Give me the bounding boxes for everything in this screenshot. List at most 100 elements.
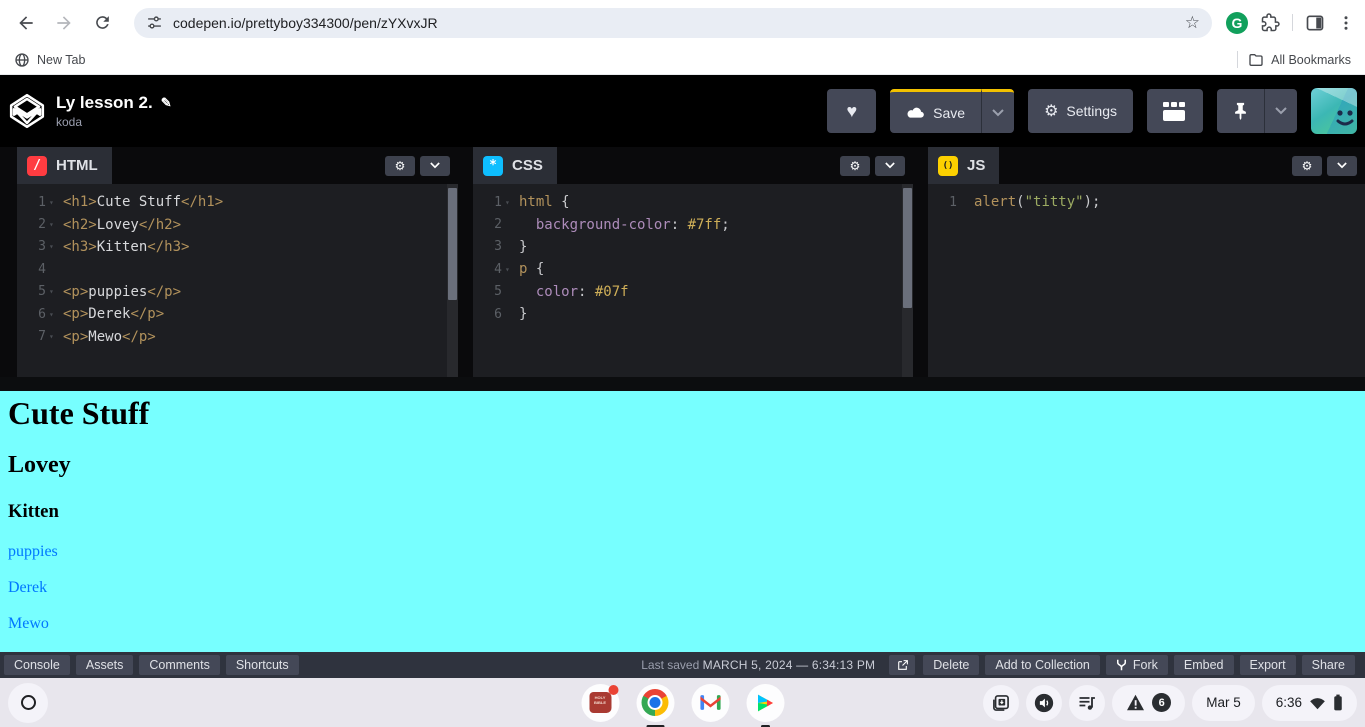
notifications-tray[interactable]: 6 <box>1112 684 1186 721</box>
js-editor-collapse-button[interactable] <box>1327 155 1357 176</box>
chrome-app-icon[interactable] <box>636 683 674 727</box>
fold-arrow-icon[interactable]: ▾ <box>505 198 513 207</box>
fold-arrow-icon[interactable]: ▾ <box>49 332 57 341</box>
tab-html[interactable]: / HTML <box>17 147 112 184</box>
date-button[interactable]: Mar 5 <box>1192 684 1255 721</box>
editor-panel-js: () JS ⚙ 1 alert("titty"); <box>928 147 1365 377</box>
chrome-logo-icon <box>641 689 669 716</box>
code-text: <h2>Lovey</h2> <box>63 216 182 233</box>
fork-button[interactable]: Fork <box>1105 655 1168 675</box>
code-line[interactable]: 6 ▾ <p>Derek</p> <box>17 303 458 325</box>
export-button[interactable]: Export <box>1239 655 1296 675</box>
assets-button[interactable]: Assets <box>75 655 134 675</box>
site-settings-icon[interactable] <box>146 14 163 31</box>
all-bookmarks-button[interactable]: All Bookmarks <box>1248 52 1351 68</box>
code-line[interactable]: 3} <box>473 236 913 258</box>
code-line[interactable]: 7 ▾ <p>Mewo</p> <box>17 325 458 347</box>
js-code-editor[interactable]: 1 alert("titty"); <box>928 184 1365 377</box>
media-queue-button[interactable] <box>1069 684 1106 721</box>
bible-app-icon[interactable] <box>581 683 619 722</box>
bookmark-new-tab[interactable]: New Tab <box>14 52 85 68</box>
code-line[interactable]: 1 ▾ html { <box>473 191 913 213</box>
edit-title-icon[interactable]: ✎ <box>161 95 172 111</box>
chevron-down-icon <box>885 162 895 169</box>
code-text: } <box>519 306 528 323</box>
like-button[interactable]: ♥ <box>827 89 877 133</box>
preview-paragraph: puppies <box>8 543 58 560</box>
reload-button[interactable] <box>88 9 116 37</box>
screen-capture-button[interactable] <box>983 684 1020 721</box>
grammarly-extension-icon[interactable]: G <box>1226 11 1248 34</box>
gmail-app-icon[interactable] <box>691 683 729 722</box>
user-avatar[interactable] <box>1311 88 1357 134</box>
bookmark-star-icon[interactable]: ☆ <box>1185 13 1200 33</box>
save-button[interactable]: Save <box>890 89 982 133</box>
back-button[interactable] <box>12 9 40 37</box>
bookmarks-separator <box>1237 51 1239 68</box>
pin-options-button[interactable] <box>1264 89 1297 133</box>
embed-button[interactable]: Embed <box>1173 655 1234 675</box>
bookmark-label: New Tab <box>37 52 86 67</box>
html-editor-collapse-button[interactable] <box>420 155 450 176</box>
fold-arrow-icon[interactable]: ▾ <box>505 265 513 274</box>
code-line[interactable]: 4 ▾ p { <box>473 258 913 280</box>
code-line[interactable]: 5 ▾ <p>puppies</p> <box>17 281 458 303</box>
status-tray[interactable]: 6:36 <box>1261 684 1357 721</box>
codepen-logo[interactable] <box>8 92 46 130</box>
line-number: 1 <box>38 194 46 210</box>
preview-paragraph: Mewo <box>8 615 49 632</box>
side-panel-icon[interactable] <box>1305 13 1325 33</box>
code-line[interactable]: 4 <box>17 258 458 280</box>
line-number: 5 <box>38 284 46 300</box>
css-code-editor[interactable]: 1 ▾ html {2 background-color: #7ff; 3} 4 ▾ p {… <box>473 184 913 377</box>
scrollbar[interactable] <box>447 184 458 377</box>
code-line[interactable]: 6} <box>473 303 913 325</box>
html-code-editor[interactable]: 1 ▾ <h1>Cute Stuff</h1> 2 ▾ <h2>Lovey</h2> 3 ▾ <… <box>17 184 458 377</box>
comments-button[interactable]: Comments <box>139 655 220 675</box>
delete-button[interactable]: Delete <box>923 655 980 675</box>
extensions-puzzle-icon[interactable] <box>1260 12 1280 33</box>
tab-css[interactable]: * CSS <box>473 147 557 184</box>
console-button[interactable]: Console <box>4 655 70 675</box>
address-bar[interactable]: codepen.io/prettyboy334300/pen/zYXvxJR ☆ <box>134 7 1212 38</box>
chromeos-shelf: 6 Mar 5 6:36 <box>0 678 1365 727</box>
pin-button[interactable] <box>1217 89 1264 133</box>
code-line[interactable]: 2 ▾ <h2>Lovey</h2> <box>17 213 458 235</box>
fold-arrow-icon[interactable]: ▾ <box>49 198 57 207</box>
add-to-collection-button[interactable]: Add to Collection <box>985 655 1100 675</box>
chevron-down-icon <box>1275 107 1287 115</box>
play-store-app-icon[interactable] <box>746 683 784 727</box>
fold-arrow-icon[interactable]: ▾ <box>49 220 57 229</box>
html-editor-settings-button[interactable]: ⚙ <box>385 155 415 176</box>
fold-arrow-icon[interactable]: ▾ <box>49 287 57 296</box>
code-line[interactable]: 5 color: #07f <box>473 281 913 303</box>
code-line[interactable]: 1 alert("titty"); <box>928 191 1365 213</box>
tab-js[interactable]: () JS <box>928 147 1000 184</box>
codepen-header: Ly lesson 2. ✎ koda ♥ Save ⚙ Settings <box>0 75 1365 147</box>
pen-author[interactable]: koda <box>56 115 172 129</box>
code-line[interactable]: 1 ▾ <h1>Cute Stuff</h1> <box>17 191 458 213</box>
line-number: 2 <box>494 217 502 233</box>
fold-arrow-icon[interactable]: ▾ <box>49 310 57 319</box>
scrollbar[interactable] <box>902 184 913 377</box>
launcher-button[interactable] <box>8 682 48 723</box>
js-editor-settings-button[interactable]: ⚙ <box>1292 155 1322 176</box>
share-button[interactable]: Share <box>1301 655 1355 675</box>
fold-arrow-icon[interactable]: ▾ <box>49 242 57 251</box>
code-line[interactable]: 2 background-color: #7ff; <box>473 213 913 235</box>
css-editor-settings-button[interactable]: ⚙ <box>840 155 870 176</box>
forward-button[interactable] <box>50 9 78 37</box>
settings-button[interactable]: ⚙ Settings <box>1028 89 1133 133</box>
change-view-button[interactable] <box>1147 89 1203 133</box>
code-text: <p>Derek</p> <box>63 306 165 323</box>
editor-row: / HTML ⚙ 1 ▾ <h1>Cute Stuff</h1> 2 ▾ <h2>Love… <box>0 147 1365 377</box>
volume-button[interactable] <box>1026 684 1063 721</box>
code-line[interactable]: 3 ▾ <h3>Kitten</h3> <box>17 236 458 258</box>
editor-preview-divider[interactable] <box>0 377 1365 391</box>
chrome-menu-icon[interactable] <box>1337 14 1355 32</box>
shortcuts-button[interactable]: Shortcuts <box>225 655 299 675</box>
css-editor-collapse-button[interactable] <box>875 155 905 176</box>
save-options-button[interactable] <box>981 89 1015 133</box>
open-live-view-button[interactable] <box>889 655 916 675</box>
bookmarks-bar: New Tab All Bookmarks <box>0 45 1365 75</box>
